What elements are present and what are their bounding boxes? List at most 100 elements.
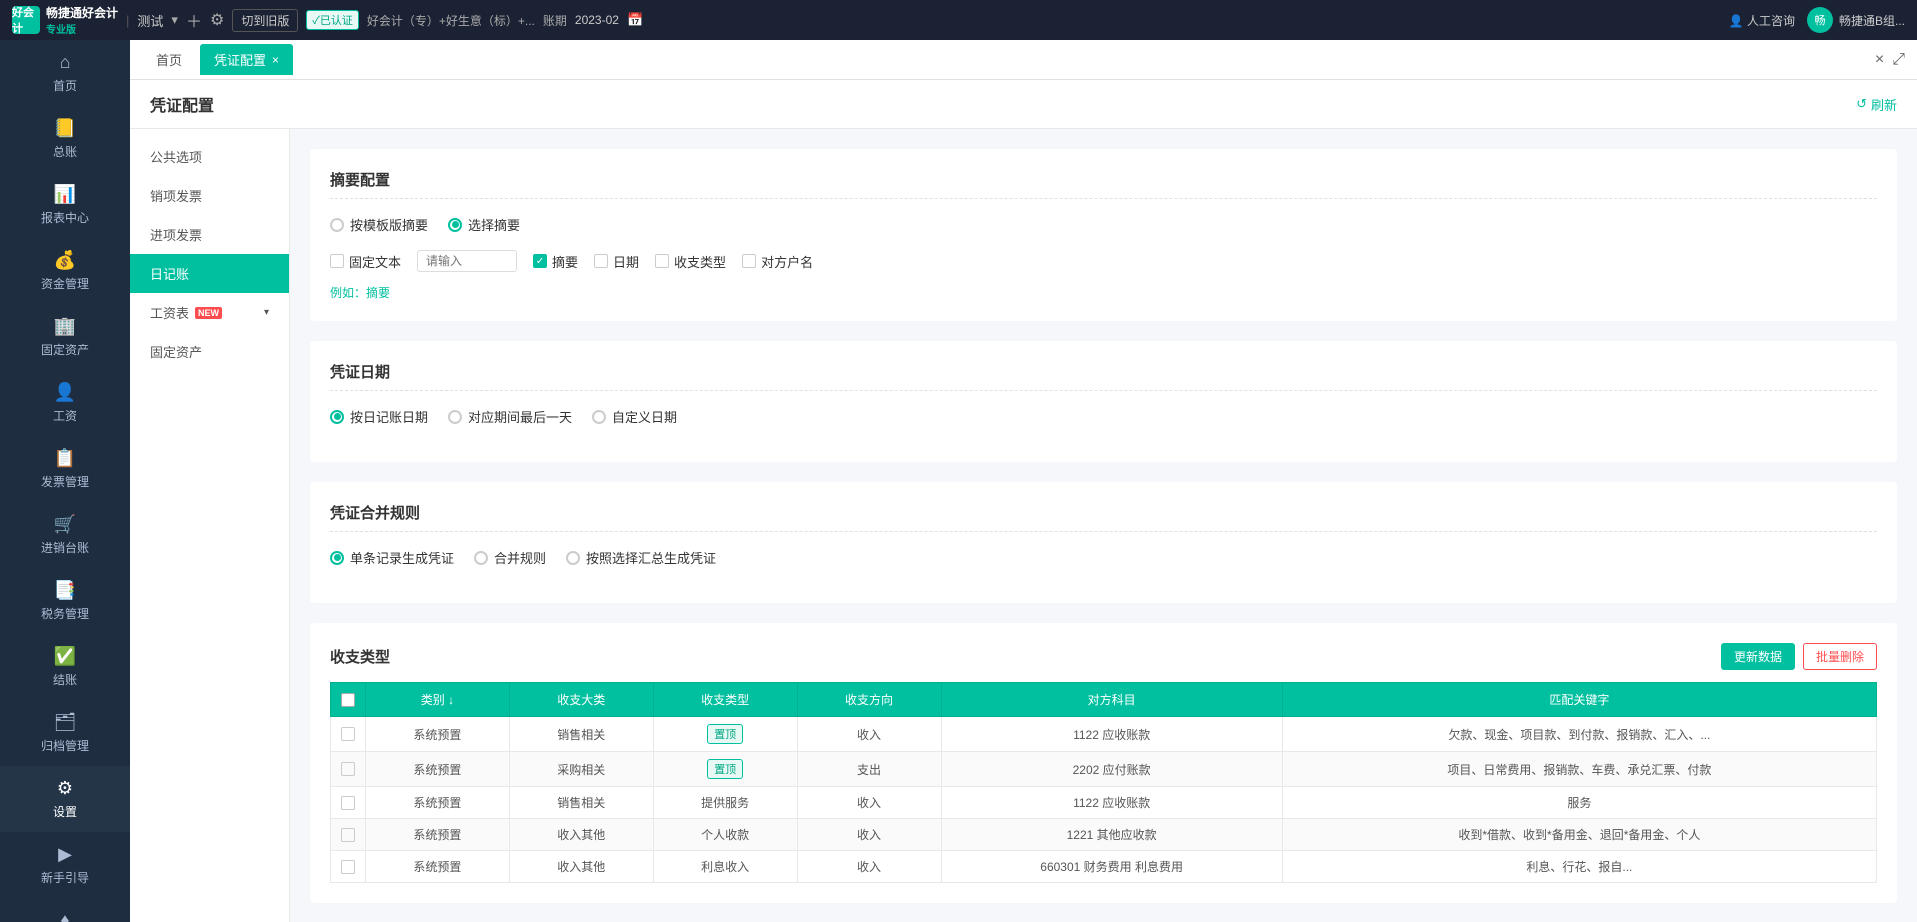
checkbox-summary[interactable]: ✓ 摘要 — [533, 252, 578, 271]
type-tag: 置顶 — [707, 724, 743, 744]
topbar: 好会计 畅捷通好会计 专业版 | 测试 ▾ ＋ ⚙ 切到旧版 ✓已认证 好会计（… — [0, 0, 1917, 40]
cell-type: 提供服务 — [653, 787, 797, 819]
sidebar-item-member[interactable]: ♦ 畅会员 — [0, 898, 130, 922]
tab-expand-icon[interactable]: ⤢ — [1892, 51, 1905, 69]
main-layout: ⌂ 首页 📒 总账 📊 报表中心 💰 资金管理 🏢 固定资产 👤 工资 📋 发票… — [0, 40, 1917, 922]
left-nav-payroll[interactable]: 工资表 NEW ▾ — [130, 293, 289, 332]
checkbox-fixed-text[interactable]: 固定文本 — [330, 252, 401, 271]
sidebar-item-funds[interactable]: 💰 资金管理 — [0, 238, 130, 304]
main-content: 摘要配置 按模板版摘要 选择摘要 — [290, 129, 1917, 922]
sidebar-label-home: 首页 — [53, 77, 77, 94]
row-checkbox[interactable] — [341, 828, 355, 842]
update-data-btn[interactable]: 更新数据 — [1721, 643, 1795, 670]
cell-direction: 收入 — [797, 819, 941, 851]
radio-circle-template — [330, 218, 344, 232]
sidebar-label-checkout: 结账 — [53, 671, 77, 688]
left-nav-journal[interactable]: 日记账 — [130, 254, 289, 293]
page-title: 凭证配置 — [150, 92, 214, 116]
sidebar-label-salary: 工资 — [53, 407, 77, 424]
batch-delete-btn[interactable]: 批量删除 — [1803, 643, 1877, 670]
summary-config-section: 摘要配置 按模板版摘要 选择摘要 — [310, 149, 1897, 321]
left-nav-public[interactable]: 公共选项 — [130, 137, 289, 176]
period-value: 2023-02 — [575, 13, 619, 27]
row-checkbox[interactable] — [341, 727, 355, 741]
avatar: 畅 — [1807, 7, 1833, 33]
left-nav-sales-invoice[interactable]: 销项发票 — [130, 176, 289, 215]
sidebar-item-home[interactable]: ⌂ 首页 — [0, 40, 130, 106]
radio-merge-rule[interactable]: 合并规则 — [474, 548, 546, 567]
sidebar-item-salary[interactable]: 👤 工资 — [0, 370, 130, 436]
sidebar-item-invoice[interactable]: 📋 发票管理 — [0, 436, 130, 502]
radio-single[interactable]: 单条记录生成凭证 — [330, 548, 454, 567]
table-row: 系统预置收入其他利息收入收入660301 财务费用 利息费用利息、行花、报自..… — [331, 851, 1877, 883]
left-nav: 公共选项 销项发票 进项发票 日记账 工资表 NEW ▾ — [130, 129, 290, 922]
tab-close-window-icon[interactable]: × — [1875, 51, 1884, 69]
period-label: 账期 — [543, 12, 567, 29]
checkbox-counterparty[interactable]: 对方户名 — [742, 252, 813, 271]
topbar-right: 👤 人工咨询 畅 畅捷通B组... — [1729, 7, 1905, 33]
col-header-category: 类别 ↓ — [366, 683, 510, 717]
sidebar-item-tax[interactable]: 📑 税务管理 — [0, 568, 130, 634]
left-nav-purchase-invoice[interactable]: 进项发票 — [130, 215, 289, 254]
radio-template[interactable]: 按模板版摘要 — [330, 215, 428, 234]
tab-close-icon[interactable]: × — [272, 53, 279, 67]
sidebar-label-assets: 固定资产 — [41, 341, 89, 358]
col-header-keyword: 匹配关键字 — [1282, 683, 1876, 717]
sidebar-item-archive[interactable]: 🗂 归档管理 — [0, 700, 130, 766]
sidebar-item-assets[interactable]: 🏢 固定资产 — [0, 304, 130, 370]
header-checkbox[interactable] — [341, 693, 355, 707]
cell-big-type: 收入其他 — [509, 819, 653, 851]
row-checkbox[interactable] — [341, 796, 355, 810]
radio-select[interactable]: 选择摘要 — [448, 215, 520, 234]
income-expense-title: 收支类型 — [330, 646, 390, 667]
sidebar-label-purchase: 进销台账 — [41, 539, 89, 556]
refresh-btn[interactable]: ↺ 刷新 — [1856, 95, 1897, 114]
left-nav-fixed-assets[interactable]: 固定资产 — [130, 332, 289, 371]
row-checkbox[interactable] — [341, 762, 355, 776]
radio-circle-journal — [330, 410, 344, 424]
dropdown-arrow[interactable]: ▾ — [171, 12, 178, 28]
radio-summary-gen[interactable]: 按照选择汇总生成凭证 — [566, 548, 716, 567]
income-expense-table: 类别 ↓ 收支大类 收支类型 收支方向 对方科目 匹配关键字 系统预置销售相关置… — [330, 682, 1877, 883]
calendar-icon[interactable]: 📅 — [627, 12, 643, 28]
cell-keywords: 服务 — [1282, 787, 1876, 819]
cell-big-type: 收入其他 — [509, 851, 653, 883]
row-checkbox[interactable] — [341, 860, 355, 874]
checkout-icon: ✅ — [54, 646, 76, 667]
radio-journal-date[interactable]: 按日记账日期 — [330, 407, 428, 426]
sidebar-item-ledger[interactable]: 📒 总账 — [0, 106, 130, 172]
radio-custom-date[interactable]: 自定义日期 — [592, 407, 677, 426]
tab-voucher-config[interactable]: 凭证配置 × — [200, 44, 293, 75]
add-icon[interactable]: ＋ — [186, 8, 202, 32]
settings-sidebar-icon: ⚙ — [57, 778, 73, 799]
table-row: 系统预置销售相关置顶收入1122 应收账款欠款、现金、项目款、到付款、报销款、汇… — [331, 717, 1877, 752]
consult-label[interactable]: 👤 人工咨询 — [1729, 12, 1795, 29]
cell-type: 置顶 — [653, 752, 797, 787]
salary-icon: 👤 — [54, 382, 76, 403]
radio-circle-single — [330, 551, 344, 565]
sidebar-item-settings[interactable]: ⚙ 设置 — [0, 766, 130, 832]
tab-home[interactable]: 首页 — [142, 44, 196, 75]
sidebar-label-invoice: 发票管理 — [41, 473, 89, 490]
sidebar-item-reports[interactable]: 📊 报表中心 — [0, 172, 130, 238]
sidebar-item-checkout[interactable]: ✅ 结账 — [0, 634, 130, 700]
radio-period-last[interactable]: 对应期间最后一天 — [448, 407, 572, 426]
checkbox-expense-type[interactable]: 收支类型 — [655, 252, 726, 271]
cell-account: 1122 应收账款 — [941, 787, 1282, 819]
page-wrapper: 凭证配置 ↺ 刷新 公共选项 销项发票 进项发票 — [130, 80, 1917, 922]
new-badge: NEW — [195, 307, 222, 319]
member-icon: ♦ — [60, 910, 69, 922]
fixed-text-input[interactable] — [417, 250, 517, 272]
check-icon: ✓ — [536, 256, 544, 267]
voucher-date-title: 凭证日期 — [330, 361, 1877, 391]
settings-icon[interactable]: ⚙ — [210, 10, 224, 30]
switch-old-btn[interactable]: 切到旧版 — [232, 9, 298, 32]
cell-big-type: 销售相关 — [509, 717, 653, 752]
cell-keywords: 收到*借款、收到*备用金、退回*备用金、个人 — [1282, 819, 1876, 851]
cell-type: 个人收款 — [653, 819, 797, 851]
sidebar-item-guide[interactable]: ▶ 新手引导 — [0, 832, 130, 898]
sidebar-item-purchase[interactable]: 🛒 进销台账 — [0, 502, 130, 568]
brand-icon: 好会计 — [12, 6, 40, 34]
checkbox-date[interactable]: 日期 — [594, 252, 639, 271]
tax-icon: 📑 — [54, 580, 76, 601]
